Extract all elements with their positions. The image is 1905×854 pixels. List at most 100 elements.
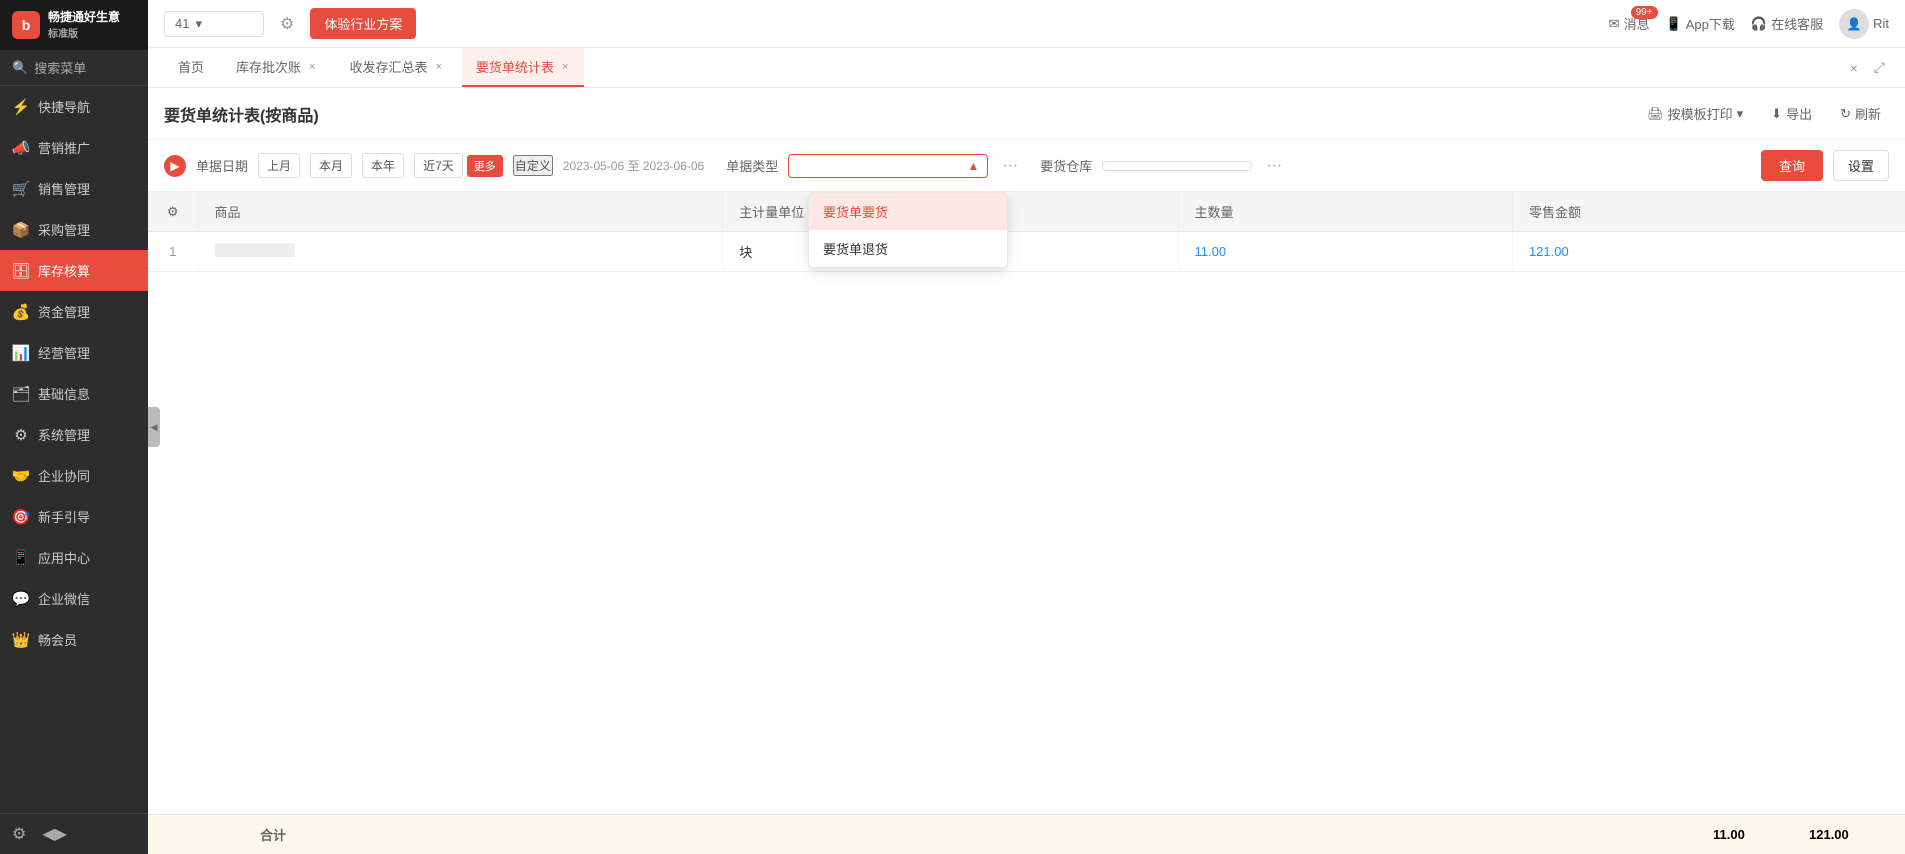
marketing-icon: 📣 [12, 139, 30, 157]
tab-close-all-button[interactable]: × [1846, 58, 1862, 78]
sidebar-item-label: 企业协同 [38, 466, 90, 485]
tab-inventory-batch-label: 库存批次账 [236, 57, 301, 76]
tab-expand-button[interactable]: ⤢ [1870, 57, 1889, 78]
refresh-button[interactable]: ↻ 刷新 [1832, 100, 1889, 127]
wechat-icon: 💬 [12, 590, 30, 608]
tab-order-stats-close[interactable]: × [560, 60, 570, 74]
footer-label: 合计 [260, 825, 286, 844]
date-this-month-button[interactable]: 本月 [310, 153, 352, 178]
row-quantity-link[interactable]: 11.00 [1195, 244, 1227, 259]
avatar-placeholder: 👤 [1847, 17, 1862, 31]
page-header: 要货单统计表(按商品) 🖨 按模板打印 ▾ ⬇ 导出 ↻ 刷新 [148, 88, 1905, 140]
sidebar-item-finance[interactable]: 💰 资金管理 [0, 291, 148, 332]
date-custom-button[interactable]: 自定义 [513, 155, 553, 176]
tab-inventory-batch[interactable]: 库存批次账 × [222, 48, 331, 87]
sidebar-item-enterprise[interactable]: 🤝 企业协同 [0, 455, 148, 496]
warehouse-more-button[interactable]: ··· [1266, 157, 1282, 175]
row-amount-link[interactable]: 121.00 [1529, 244, 1569, 259]
search-label: 搜索菜单 [34, 58, 86, 77]
topbar-settings-icon[interactable]: ⚙ [276, 10, 298, 38]
filter-more-button[interactable]: ··· [1002, 157, 1018, 175]
footer-amount: 121.00 [1809, 827, 1889, 842]
tab-order-stats[interactable]: 要货单统计表 × [462, 48, 584, 87]
dropdown-item-order-goods[interactable]: 要货单要货 [809, 193, 1007, 230]
footer-quantity: 11.00 [1713, 827, 1793, 842]
online-service-label: 在线客服 [1771, 14, 1823, 33]
sidebar-item-label: 采购管理 [38, 220, 90, 239]
quick-nav-icon: ⚡ [12, 98, 30, 116]
row-no: 1 [148, 232, 198, 272]
date-last-month-button[interactable]: 上月 [258, 153, 300, 178]
filter-settings-button[interactable]: 设置 [1833, 150, 1889, 181]
page-content: 要货单统计表(按商品) 🖨 按模板打印 ▾ ⬇ 导出 ↻ 刷新 [148, 88, 1905, 854]
tab-home[interactable]: 首页 [164, 48, 218, 87]
export-button[interactable]: ⬇ 导出 [1763, 100, 1820, 127]
sidebar-settings-icon[interactable]: ⚙ [12, 824, 26, 844]
page-title: 要货单统计表(按商品) [164, 102, 319, 126]
sidebar-item-beginner[interactable]: 🎯 新手引导 [0, 496, 148, 537]
search-icon: 🔍 [12, 60, 28, 76]
export-label: 导出 [1786, 104, 1812, 123]
sidebar-item-label: 企业微信 [38, 589, 90, 608]
logo-icon: b [12, 11, 40, 39]
app-logo: b 畅捷通好生意 标准版 [0, 0, 148, 50]
sidebar: b 畅捷通好生意 标准版 🔍 搜索菜单 ⚡ 快捷导航 📣 营销推广 🛒 销售管理… [0, 0, 148, 854]
print-label: 按模板打印 [1668, 104, 1733, 123]
query-button[interactable]: 查询 [1761, 150, 1823, 181]
sidebar-item-label: 资金管理 [38, 302, 90, 321]
filter-toggle-button[interactable]: ▶ [164, 155, 186, 177]
doc-type-label: 单据类型 [726, 156, 778, 175]
sidebar-item-base-info[interactable]: 🗂 基础信息 [0, 373, 148, 414]
sidebar-item-app-center[interactable]: 📱 应用中心 [0, 537, 148, 578]
tab-receive-summary[interactable]: 收发存汇总表 × [335, 48, 457, 87]
dropdown-item-order-return[interactable]: 要货单退货 [809, 230, 1007, 267]
warehouse-select[interactable] [1102, 161, 1252, 171]
tab-inventory-batch-close[interactable]: × [307, 60, 317, 74]
date-range-text: 2023-05-06 至 2023-06-06 [563, 157, 704, 174]
sidebar-item-member[interactable]: 👑 畅会员 [0, 619, 148, 660]
sidebar-item-sales[interactable]: 🛒 销售管理 [0, 168, 148, 209]
sidebar-collapse-icon[interactable]: ◀▶ [42, 824, 67, 844]
sidebar-item-marketing[interactable]: 📣 营销推广 [0, 127, 148, 168]
row-quantity: 11.00 [1178, 232, 1512, 272]
date-last7-button[interactable]: 近7天 [414, 153, 463, 178]
sidebar-item-quick-nav[interactable]: ⚡ 快捷导航 [0, 86, 148, 127]
app-download-item[interactable]: 📱 App下载 [1666, 14, 1735, 33]
doc-type-select[interactable]: ▲ [788, 154, 988, 178]
page-header-actions: 🖨 按模板打印 ▾ ⬇ 导出 ↻ 刷新 [1639, 100, 1889, 127]
tab-receive-summary-label: 收发存汇总表 [349, 57, 427, 76]
sidebar-item-inventory[interactable]: 🗄 库存核算 [0, 250, 148, 291]
app-download-label: App下载 [1686, 14, 1735, 33]
col-settings[interactable]: ⚙ [148, 192, 198, 232]
beginner-icon: 🎯 [12, 508, 30, 526]
headset-icon: 🎧 [1751, 16, 1767, 32]
online-service-item[interactable]: 🎧 在线客服 [1751, 14, 1823, 33]
sidebar-item-operations[interactable]: 📊 经营管理 [0, 332, 148, 373]
table-row: 1 块 11.00 121.00 [148, 232, 1905, 272]
trial-industry-button[interactable]: 体验行业方案 [310, 8, 416, 39]
date-this-year-button[interactable]: 本年 [362, 153, 404, 178]
refresh-label: 刷新 [1855, 104, 1881, 123]
refresh-icon: ↻ [1840, 106, 1851, 122]
tab-order-stats-label: 要货单统计表 [476, 57, 554, 76]
print-template-button[interactable]: 🖨 按模板打印 ▾ [1639, 100, 1751, 127]
doc-type-dropdown: 要货单要货 要货单退货 [808, 192, 1008, 268]
sidebar-item-label: 基础信息 [38, 384, 90, 403]
sidebar-collapse-button[interactable]: ◀ [148, 407, 160, 447]
date-label: 单据日期 [196, 156, 248, 175]
sidebar-item-system[interactable]: ⚙ 系统管理 [0, 414, 148, 455]
message-icon: ✉ [1609, 16, 1620, 32]
tab-receive-summary-close[interactable]: × [433, 60, 443, 74]
sidebar-item-wechat[interactable]: 💬 企业微信 [0, 578, 148, 619]
date-more-badge[interactable]: 更多 [467, 155, 503, 177]
purchase-icon: 📦 [12, 221, 30, 239]
user-avatar-item[interactable]: 👤 Rit [1839, 9, 1889, 39]
sidebar-item-purchase[interactable]: 📦 采购管理 [0, 209, 148, 250]
row-amount: 121.00 [1512, 232, 1905, 272]
sidebar-search[interactable]: 🔍 搜索菜单 [0, 50, 148, 86]
app-name: 畅捷通好生意 [48, 10, 120, 24]
messages-item[interactable]: ✉ 消息 99+ [1609, 14, 1650, 33]
company-selector[interactable]: 41 ▾ [164, 11, 264, 37]
tabs-bar: 首页 库存批次账 × 收发存汇总表 × 要货单统计表 × × ⤢ [148, 48, 1905, 88]
table-container: ⚙ 商品 主计量单位 主数量 零售金额 1 [148, 192, 1905, 814]
